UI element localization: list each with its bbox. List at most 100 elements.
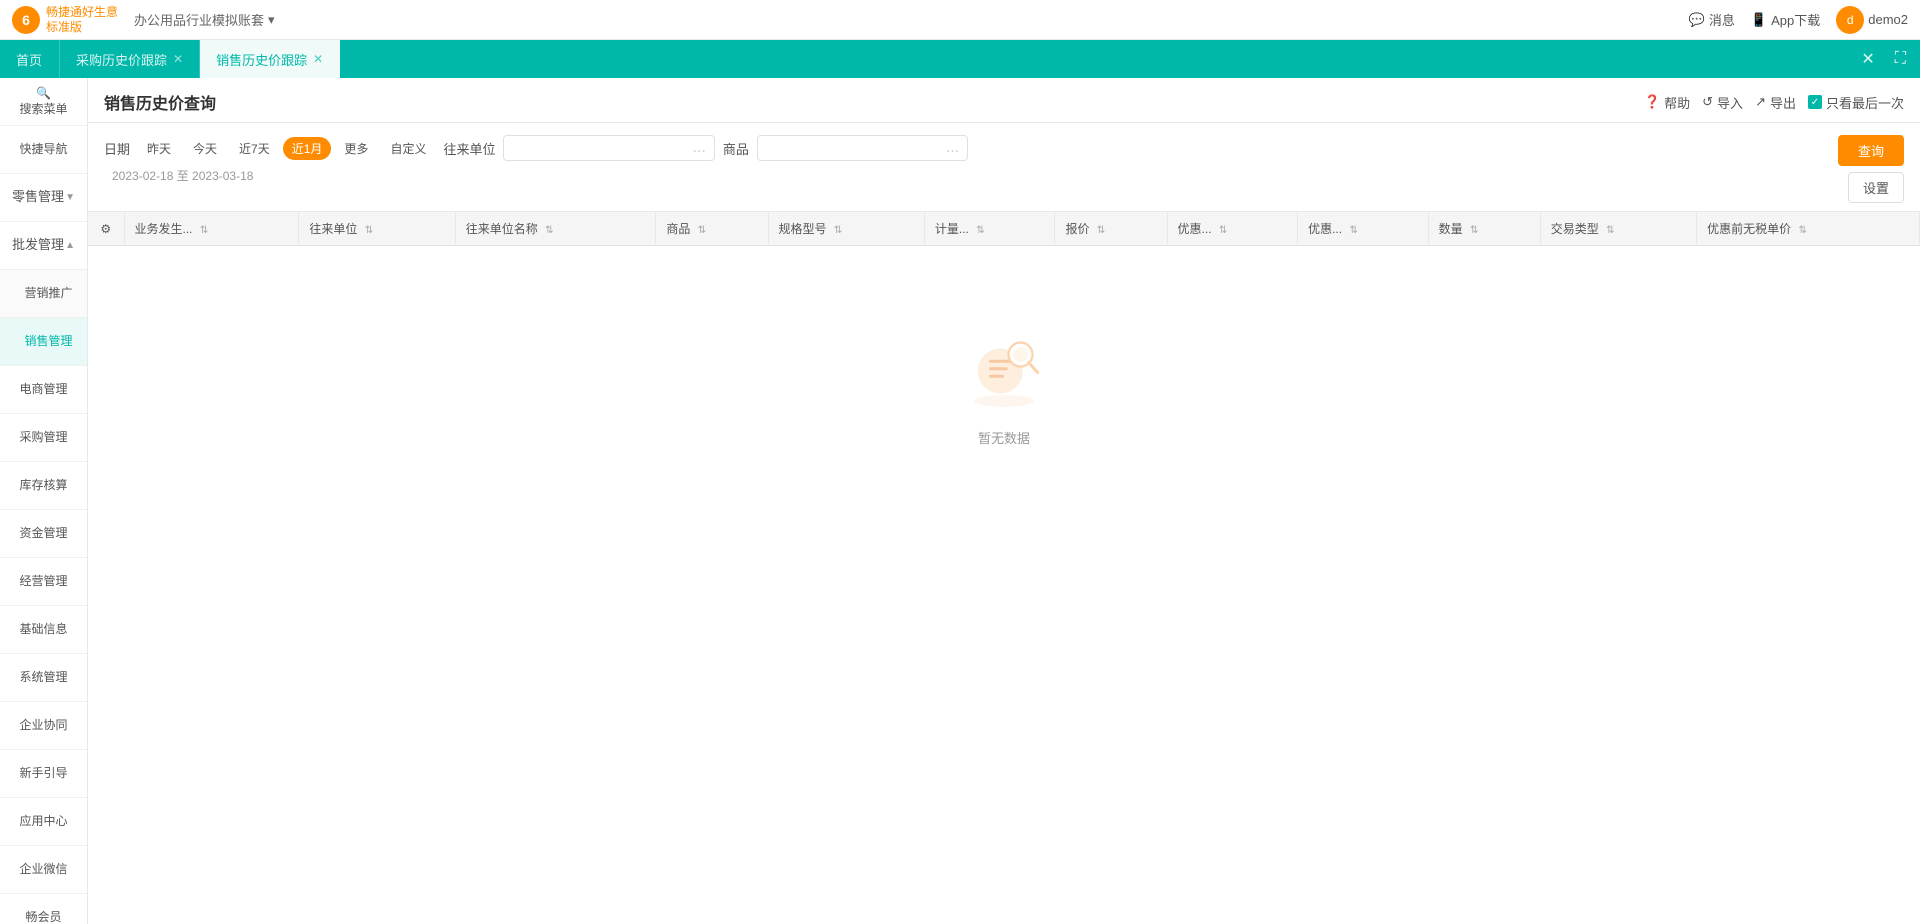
partner-input-wrap: ... [503, 135, 714, 161]
sidebar-item-inventory[interactable]: 库存核算 [0, 462, 87, 510]
th-discount2[interactable]: 优惠... ⇅ [1298, 212, 1429, 246]
filters-line-2: 2023-02-18 至 2023-03-18 [104, 167, 1822, 184]
sort-arrows-discount2: ⇅ [1349, 225, 1357, 236]
export-icon: ↗ [1755, 94, 1766, 110]
page-title: 销售历史价查询 [104, 90, 216, 114]
logo-icon: 6 [12, 6, 40, 34]
sidebar-item-wechat[interactable]: 企业微信 [0, 846, 87, 894]
sidebar-item-sales-mgmt[interactable]: 销售管理 [0, 318, 87, 366]
sort-arrows-unit: ⇅ [976, 225, 984, 236]
date-btn-yesterday[interactable]: 昨天 [138, 137, 180, 160]
tab-home[interactable]: 首页 [0, 40, 60, 78]
tab-purchase-close[interactable]: ✕ [173, 52, 183, 66]
settings-button[interactable]: 设置 [1848, 172, 1904, 203]
tabbar-actions: ✕ ⛶ [1847, 40, 1920, 78]
page-header: 销售历史价查询 ❓ 帮助 ↺ 导入 ↗ 导出 [88, 78, 1920, 123]
sidebar-item-apps[interactable]: 应用中心 [0, 798, 87, 846]
th-unit[interactable]: 计量... ⇅ [924, 212, 1055, 246]
tab-sales-close[interactable]: ✕ [313, 52, 323, 66]
th-settings[interactable]: ⚙ [88, 212, 124, 246]
date-label: 日期 [104, 139, 130, 158]
sort-arrows-partner-name: ⇅ [545, 225, 553, 236]
partner-label: 往来单位 [443, 139, 495, 158]
th-pretax-price[interactable]: 优惠前无税单价 ⇅ [1697, 212, 1920, 246]
th-trade-type[interactable]: 交易类型 ⇅ [1540, 212, 1696, 246]
sidebar-item-guide[interactable]: 新手引导 [0, 750, 87, 798]
page-actions: ❓ 帮助 ↺ 导入 ↗ 导出 只看最后一次 [1644, 93, 1904, 112]
sidebar-item-member[interactable]: 畅会员 [0, 894, 87, 924]
sidebar-item-ecommerce[interactable]: 电商管理 [0, 366, 87, 414]
tab-purchase[interactable]: 采购历史价跟踪 ✕ [60, 40, 200, 78]
import-btn[interactable]: ↺ 导入 [1702, 93, 1743, 112]
sidebar-item-retail[interactable]: 零售管理 ▼ [0, 174, 87, 222]
download-action[interactable]: 📱 App下载 [1751, 10, 1820, 29]
th-price[interactable]: 报价 ⇅ [1055, 212, 1167, 246]
user-action[interactable]: d demo2 [1836, 6, 1908, 34]
date-btn-more[interactable]: 更多 [335, 137, 377, 160]
import-icon: ↺ [1702, 94, 1713, 110]
date-btn-today[interactable]: 今天 [184, 137, 226, 160]
page-container: 销售历史价查询 ❓ 帮助 ↺ 导入 ↗ 导出 [88, 78, 1920, 924]
chevron-down-icon: ▼ [65, 191, 75, 204]
partner-input[interactable] [512, 141, 688, 156]
sidebar-item-wholesale[interactable]: 批发管理 ▲ [0, 222, 87, 270]
message-icon: 💬 [1689, 12, 1705, 28]
data-table: ⚙ 业务发生... ⇅ 往来单位 ⇅ 往来单位名称 [88, 212, 1920, 246]
table-header-row: ⚙ 业务发生... ⇅ 往来单位 ⇅ 往来单位名称 [88, 212, 1920, 246]
sidebar-item-marketing[interactable]: 营销推广 [0, 270, 87, 318]
sidebar-item-shortcut[interactable]: 快捷导航 [0, 126, 87, 174]
empty-text: 暂无数据 [978, 428, 1030, 447]
sidebar-item-purchase-mgmt[interactable]: 采购管理 [0, 414, 87, 462]
only-last-checkbox[interactable]: 只看最后一次 [1808, 93, 1904, 112]
query-button[interactable]: 查询 [1838, 135, 1904, 166]
settings-icon: ⚙ [100, 222, 111, 236]
tab-sales[interactable]: 销售历史价跟踪 ✕ [200, 40, 340, 78]
date-range-text: 2023-02-18 至 2023-03-18 [112, 167, 253, 184]
logo-area: 6 畅捷通好生意 标准版 [12, 5, 118, 34]
chevron-down-icon: ▾ [268, 12, 275, 28]
goods-dots-btn[interactable]: ... [946, 139, 959, 157]
goods-input[interactable] [766, 141, 942, 156]
topbar-left: 6 畅捷通好生意 标准版 办公用品行业模拟账套 ▾ [12, 5, 283, 34]
sidebar: 🔍 搜索菜单 快捷导航 零售管理 ▼ 批发管理 ▲ 营销推广 销售管理 电商管理… [0, 78, 88, 924]
topbar: 6 畅捷通好生意 标准版 办公用品行业模拟账套 ▾ 💬 消息 📱 App下载 d… [0, 0, 1920, 40]
help-btn[interactable]: ❓ 帮助 [1644, 93, 1690, 112]
filters-container: 日期 昨天 今天 近7天 近1月 更多 自定义 往来单位 [88, 123, 1920, 212]
search-icon: 🔍 [36, 86, 51, 102]
goods-input-wrap: ... [757, 135, 968, 161]
tabbar: 首页 采购历史价跟踪 ✕ 销售历史价跟踪 ✕ ✕ ⛶ [0, 40, 1920, 78]
filters-line-1: 日期 昨天 今天 近7天 近1月 更多 自定义 往来单位 [104, 135, 1822, 161]
partner-dots-btn[interactable]: ... [692, 139, 705, 157]
sidebar-item-system[interactable]: 系统管理 [0, 654, 87, 702]
date-btn-1month[interactable]: 近1月 [283, 137, 332, 160]
content: 销售历史价查询 ❓ 帮助 ↺ 导入 ↗ 导出 [88, 78, 1920, 924]
maximize-btn[interactable]: ⛶ [1889, 48, 1912, 70]
sidebar-item-enterprise[interactable]: 企业协同 [0, 702, 87, 750]
sidebar-item-operation[interactable]: 经营管理 [0, 558, 87, 606]
close-tab-btn[interactable]: ✕ [1855, 47, 1880, 71]
empty-state: 暂无数据 [88, 246, 1920, 527]
app-selector[interactable]: 办公用品行业模拟账套 ▾ [126, 6, 283, 33]
export-btn[interactable]: ↗ 导出 [1755, 93, 1796, 112]
sort-arrows-spec: ⇅ [834, 225, 842, 236]
date-btn-7days[interactable]: 近7天 [230, 137, 279, 160]
th-quantity[interactable]: 数量 ⇅ [1428, 212, 1540, 246]
sidebar-item-finance[interactable]: 资金管理 [0, 510, 87, 558]
th-partner-name[interactable]: 往来单位名称 ⇅ [455, 212, 656, 246]
date-buttons: 昨天 今天 近7天 近1月 更多 自定义 [138, 137, 435, 160]
main-layout: 🔍 搜索菜单 快捷导航 零售管理 ▼ 批发管理 ▲ 营销推广 销售管理 电商管理… [0, 78, 1920, 924]
chevron-up-icon: ▲ [65, 239, 75, 252]
sort-arrows-partner-code: ⇅ [365, 225, 373, 236]
th-partner-code[interactable]: 往来单位 ⇅ [299, 212, 455, 246]
sort-arrows-pretax-price: ⇅ [1798, 225, 1806, 236]
sidebar-item-search[interactable]: 🔍 搜索菜单 [0, 78, 87, 126]
avatar: d [1836, 6, 1864, 34]
th-biz-date[interactable]: 业务发生... ⇅ [124, 212, 299, 246]
th-discount1[interactable]: 优惠... ⇅ [1167, 212, 1298, 246]
goods-label: 商品 [723, 139, 749, 158]
th-spec[interactable]: 规格型号 ⇅ [768, 212, 924, 246]
message-action[interactable]: 💬 消息 [1689, 10, 1735, 29]
date-btn-custom[interactable]: 自定义 [381, 137, 435, 160]
th-goods[interactable]: 商品 ⇅ [656, 212, 768, 246]
sidebar-item-basic[interactable]: 基础信息 [0, 606, 87, 654]
